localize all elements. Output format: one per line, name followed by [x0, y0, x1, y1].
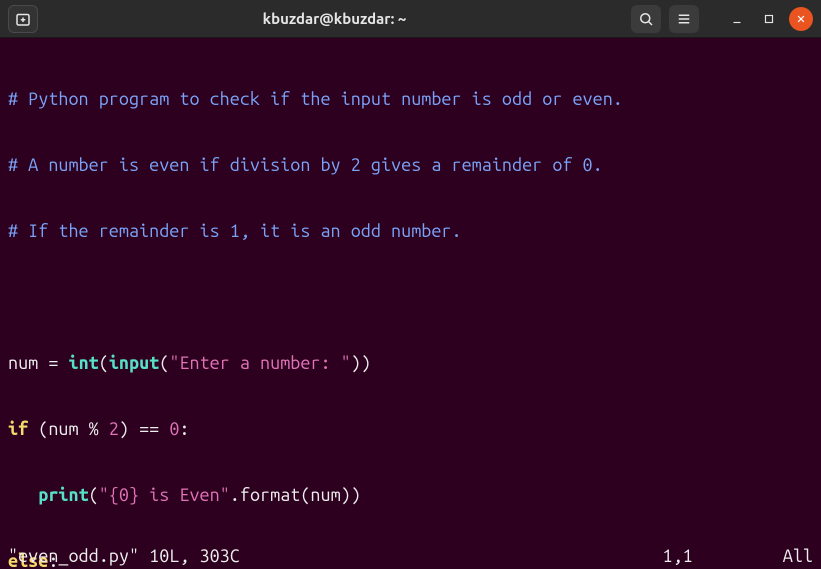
code-line: if (num % 2) == 0:	[8, 418, 813, 440]
new-tab-button[interactable]	[8, 5, 38, 33]
code-comment: # Python program to check if the input n…	[8, 89, 623, 109]
close-button[interactable]	[789, 7, 813, 31]
minimize-button[interactable]	[725, 7, 749, 31]
vim-status-line: "even_odd.py" 10L, 303C 1,1 All	[8, 545, 813, 567]
code-line: # Python program to check if the input n…	[8, 88, 813, 110]
code-comment: # A number is even if division by 2 give…	[8, 155, 603, 175]
code-line: # A number is even if division by 2 give…	[8, 154, 813, 176]
window-title: kbuzdar@kbuzdar: ~	[38, 8, 631, 30]
window-titlebar: kbuzdar@kbuzdar: ~	[0, 0, 821, 38]
string-literal: "{0} is Even"	[99, 485, 230, 505]
code-comment: # If the remainder is 1, it is an odd nu…	[8, 221, 462, 241]
code-line: # If the remainder is 1, it is an odd nu…	[8, 220, 813, 242]
code-line: print("{0} is Even".format(num))	[8, 484, 813, 506]
code-blank-line	[8, 286, 813, 308]
builtin-input: input	[109, 353, 159, 373]
builtin-int: int	[68, 353, 98, 373]
builtin-print: print	[38, 485, 88, 505]
status-scroll-percent: All	[783, 545, 813, 567]
status-cursor-pos: 1,1	[240, 545, 783, 567]
string-literal: "Enter a number: "	[169, 353, 350, 373]
status-file-info: "even_odd.py" 10L, 303C	[8, 545, 240, 567]
keyword-if: if	[8, 419, 28, 439]
code-line: num = int(input("Enter a number: "))	[8, 352, 813, 374]
search-button[interactable]	[631, 5, 661, 33]
maximize-button[interactable]	[757, 7, 781, 31]
hamburger-menu-button[interactable]	[669, 5, 699, 33]
terminal-editor[interactable]: # Python program to check if the input n…	[0, 38, 821, 569]
